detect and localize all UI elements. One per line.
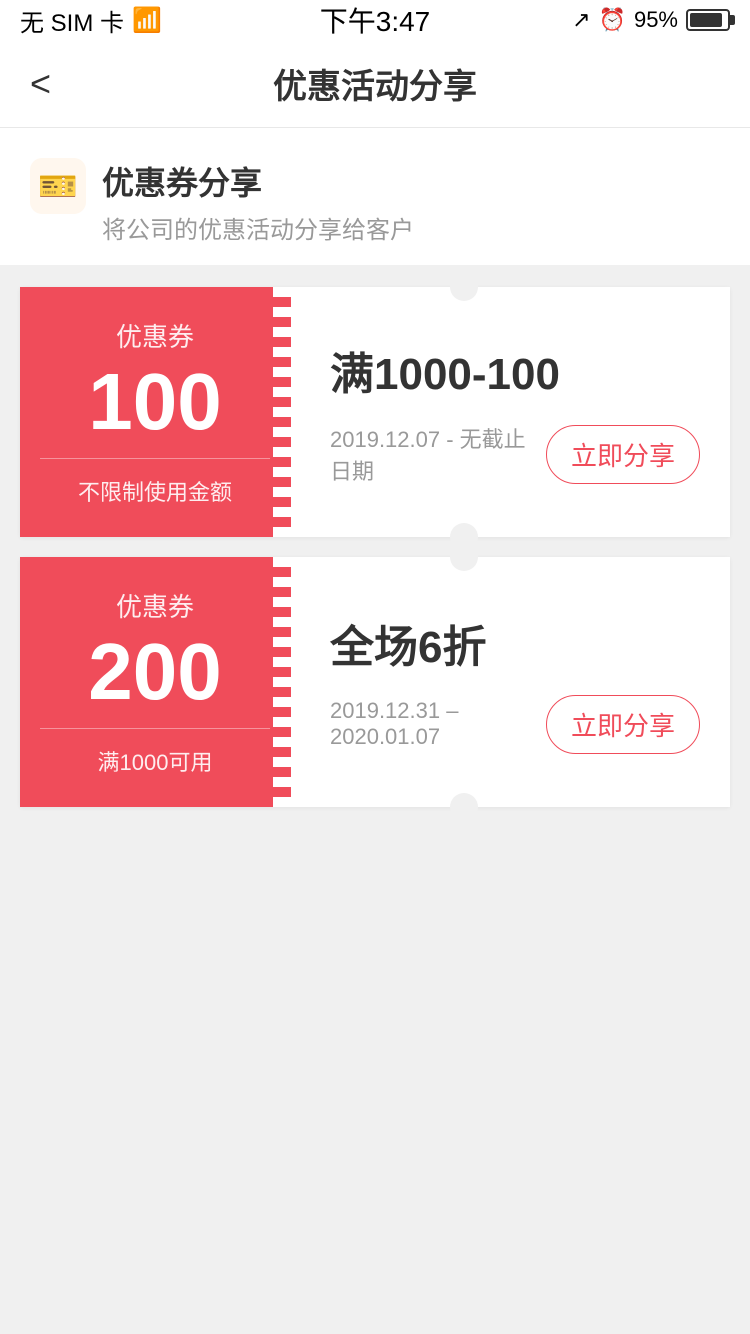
location-icon: ↗ xyxy=(572,7,590,33)
coupon-amount-1: 100 xyxy=(88,362,221,442)
section-subtitle: 将公司的优惠活动分享给客户 xyxy=(102,210,414,245)
carrier-label: 无 SIM 卡 xyxy=(20,3,124,38)
coupon-bottom-row-2: 2019.12.31 – 2020.01.07 立即分享 xyxy=(330,695,700,754)
coupon-label-2: 优惠券 xyxy=(116,587,194,624)
coupon-card-1: 优惠券 100 不限制使用金额 满1000-100 2019.12.07 - 无… xyxy=(20,287,730,537)
coupon-label-1: 优惠券 xyxy=(116,317,194,354)
status-bar: 无 SIM 卡 📶 下午3:47 ↗ ⏰ 95% xyxy=(0,0,750,40)
page-title: 优惠活动分享 xyxy=(273,59,477,108)
coupon-name-2: 全场6折 xyxy=(330,611,700,675)
notch-top-2 xyxy=(450,543,478,571)
coupon-date-2: 2019.12.31 – 2020.01.07 xyxy=(330,698,536,750)
coupon-divider-2 xyxy=(40,728,270,729)
coupon-amount-2: 200 xyxy=(88,632,221,712)
coupon-right-1: 满1000-100 2019.12.07 - 无截止日期 立即分享 xyxy=(290,287,730,537)
coupon-date-1: 2019.12.07 - 无截止日期 xyxy=(330,422,536,486)
alarm-icon: ⏰ xyxy=(599,7,626,33)
status-time: 下午3:47 xyxy=(320,0,431,40)
back-button[interactable]: < xyxy=(30,63,51,105)
coupon-right-2: 全场6折 2019.12.31 – 2020.01.07 立即分享 xyxy=(290,557,730,807)
section-header: 🎫 优惠券分享 将公司的优惠活动分享给客户 xyxy=(0,128,750,265)
coupon-item-2: 优惠券 200 满1000可用 全场6折 2019.12.31 – 2020.0… xyxy=(20,557,730,807)
section-icon: 🎫 xyxy=(30,158,86,214)
coupon-list: 优惠券 100 不限制使用金额 满1000-100 2019.12.07 - 无… xyxy=(0,267,750,847)
battery-icon xyxy=(686,9,730,31)
coupon-card-2: 优惠券 200 满1000可用 全场6折 2019.12.31 – 2020.0… xyxy=(20,557,730,807)
coupon-condition-2: 满1000可用 xyxy=(98,745,213,777)
coupon-name-1: 满1000-100 xyxy=(330,338,700,402)
notch-top xyxy=(450,273,478,301)
coupon-divider-1 xyxy=(40,458,270,459)
coupon-bottom-row-1: 2019.12.07 - 无截止日期 立即分享 xyxy=(330,422,700,486)
section-text: 优惠券分享 将公司的优惠活动分享给客户 xyxy=(102,158,414,245)
coupon-item: 优惠券 100 不限制使用金额 满1000-100 2019.12.07 - 无… xyxy=(20,287,730,537)
share-button-1[interactable]: 立即分享 xyxy=(546,425,700,484)
coupon-left-1: 优惠券 100 不限制使用金额 xyxy=(20,287,290,537)
wifi-icon: 📶 xyxy=(132,6,162,35)
coupon-condition-1: 不限制使用金额 xyxy=(78,475,232,507)
notch-bottom-2 xyxy=(450,793,478,821)
section-title: 优惠券分享 xyxy=(102,158,414,204)
coupon-left-2: 优惠券 200 满1000可用 xyxy=(20,557,290,807)
nav-bar: < 优惠活动分享 xyxy=(0,40,750,128)
battery-percent: 95% xyxy=(634,7,678,33)
share-button-2[interactable]: 立即分享 xyxy=(546,695,700,754)
status-right: ↗ ⏰ 95% xyxy=(572,7,730,33)
status-left: 无 SIM 卡 📶 xyxy=(20,3,162,38)
